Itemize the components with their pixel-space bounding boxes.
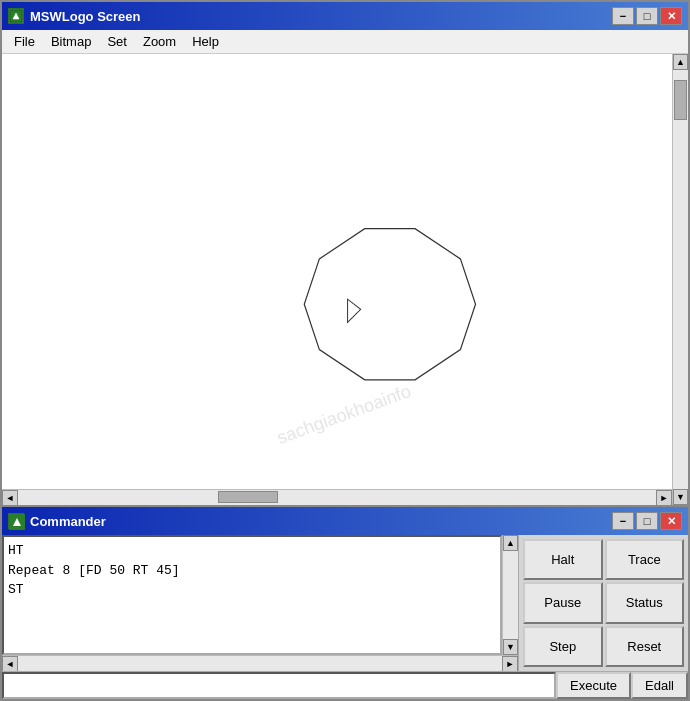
scroll-left-button[interactable]: ◄ (2, 490, 18, 505)
status-button[interactable]: Status (605, 582, 685, 623)
edall-button[interactable]: Edall (631, 672, 688, 699)
output-line-2: Repeat 8 [FD 50 RT 45] (8, 561, 496, 581)
close-button[interactable]: ✕ (660, 7, 682, 25)
output-v-track[interactable] (503, 551, 518, 639)
menu-help[interactable]: Help (184, 32, 227, 51)
h-scroll-thumb[interactable] (218, 491, 278, 503)
output-v-scrollbar: ▲ ▼ (502, 535, 518, 655)
canvas-main: sachgiaokhoainfo ◄ ► (2, 54, 672, 505)
menu-file[interactable]: File (6, 32, 43, 51)
pause-button[interactable]: Pause (523, 582, 603, 623)
scroll-up-button[interactable]: ▲ (673, 54, 688, 70)
minimize-button[interactable]: − (612, 7, 634, 25)
command-input[interactable] (2, 672, 556, 699)
output-scroll-left[interactable]: ◄ (2, 656, 18, 672)
v-scroll-track[interactable] (673, 70, 688, 489)
output-line-3: ST (8, 580, 496, 600)
commander-window: Commander − □ ✕ HT Repeat 8 [FD 50 RT 45… (2, 505, 688, 699)
commander-buttons: Halt Trace Pause Status Step Reset (518, 535, 688, 671)
halt-button[interactable]: Halt (523, 539, 603, 580)
commander-title-text: Commander (30, 514, 606, 529)
window-controls: − □ ✕ (612, 7, 682, 25)
commander-body: HT Repeat 8 [FD 50 RT 45] ST ▲ ▼ ◄ ► (2, 535, 688, 671)
main-window: MSWLogo Screen − □ ✕ File Bitmap Set Zoo… (0, 0, 690, 701)
menu-bitmap[interactable]: Bitmap (43, 32, 99, 51)
menu-bar: File Bitmap Set Zoom Help (2, 30, 688, 54)
output-section: HT Repeat 8 [FD 50 RT 45] ST ▲ ▼ ◄ ► (2, 535, 518, 671)
commander-title-bar: Commander − □ ✕ (2, 507, 688, 535)
execute-button[interactable]: Execute (556, 672, 631, 699)
h-scrollbar: ◄ ► (2, 489, 672, 505)
command-output[interactable]: HT Repeat 8 [FD 50 RT 45] ST (2, 535, 502, 655)
reset-button[interactable]: Reset (605, 626, 685, 667)
input-row: Execute Edall (2, 671, 688, 699)
drawing-canvas: sachgiaokhoainfo (2, 54, 672, 489)
v-scrollbar: ▲ ▼ (672, 54, 688, 505)
output-scroll-up[interactable]: ▲ (503, 535, 518, 551)
commander-close-button[interactable]: ✕ (660, 512, 682, 530)
scroll-down-button[interactable]: ▼ (673, 489, 688, 505)
menu-zoom[interactable]: Zoom (135, 32, 184, 51)
commander-maximize-button[interactable]: □ (636, 512, 658, 530)
output-h-scrollbar: ◄ ► (2, 655, 518, 671)
trace-button[interactable]: Trace (605, 539, 685, 580)
maximize-button[interactable]: □ (636, 7, 658, 25)
output-h-track[interactable] (18, 656, 502, 671)
output-line-1: HT (8, 541, 496, 561)
menu-set[interactable]: Set (99, 32, 135, 51)
svg-text:sachgiaokhoainfo: sachgiaokhoainfo (274, 381, 413, 448)
output-scroll-right[interactable]: ► (502, 656, 518, 672)
output-scroll-down[interactable]: ▼ (503, 639, 518, 655)
scroll-right-button[interactable]: ► (656, 490, 672, 505)
h-scroll-track[interactable] (18, 490, 656, 505)
v-scroll-thumb[interactable] (674, 80, 687, 120)
commander-controls: − □ ✕ (612, 512, 682, 530)
app-icon (8, 8, 24, 24)
canvas-area: sachgiaokhoainfo ◄ ► ▲ ▼ (2, 54, 688, 505)
output-row: HT Repeat 8 [FD 50 RT 45] ST ▲ ▼ (2, 535, 518, 655)
drawing-area: sachgiaokhoainfo (2, 54, 672, 489)
svg-marker-3 (348, 299, 361, 322)
step-button[interactable]: Step (523, 626, 603, 667)
commander-icon (8, 513, 24, 529)
main-window-title: MSWLogo Screen (30, 9, 606, 24)
svg-marker-2 (304, 229, 475, 380)
main-title-bar: MSWLogo Screen − □ ✕ (2, 2, 688, 30)
commander-minimize-button[interactable]: − (612, 512, 634, 530)
